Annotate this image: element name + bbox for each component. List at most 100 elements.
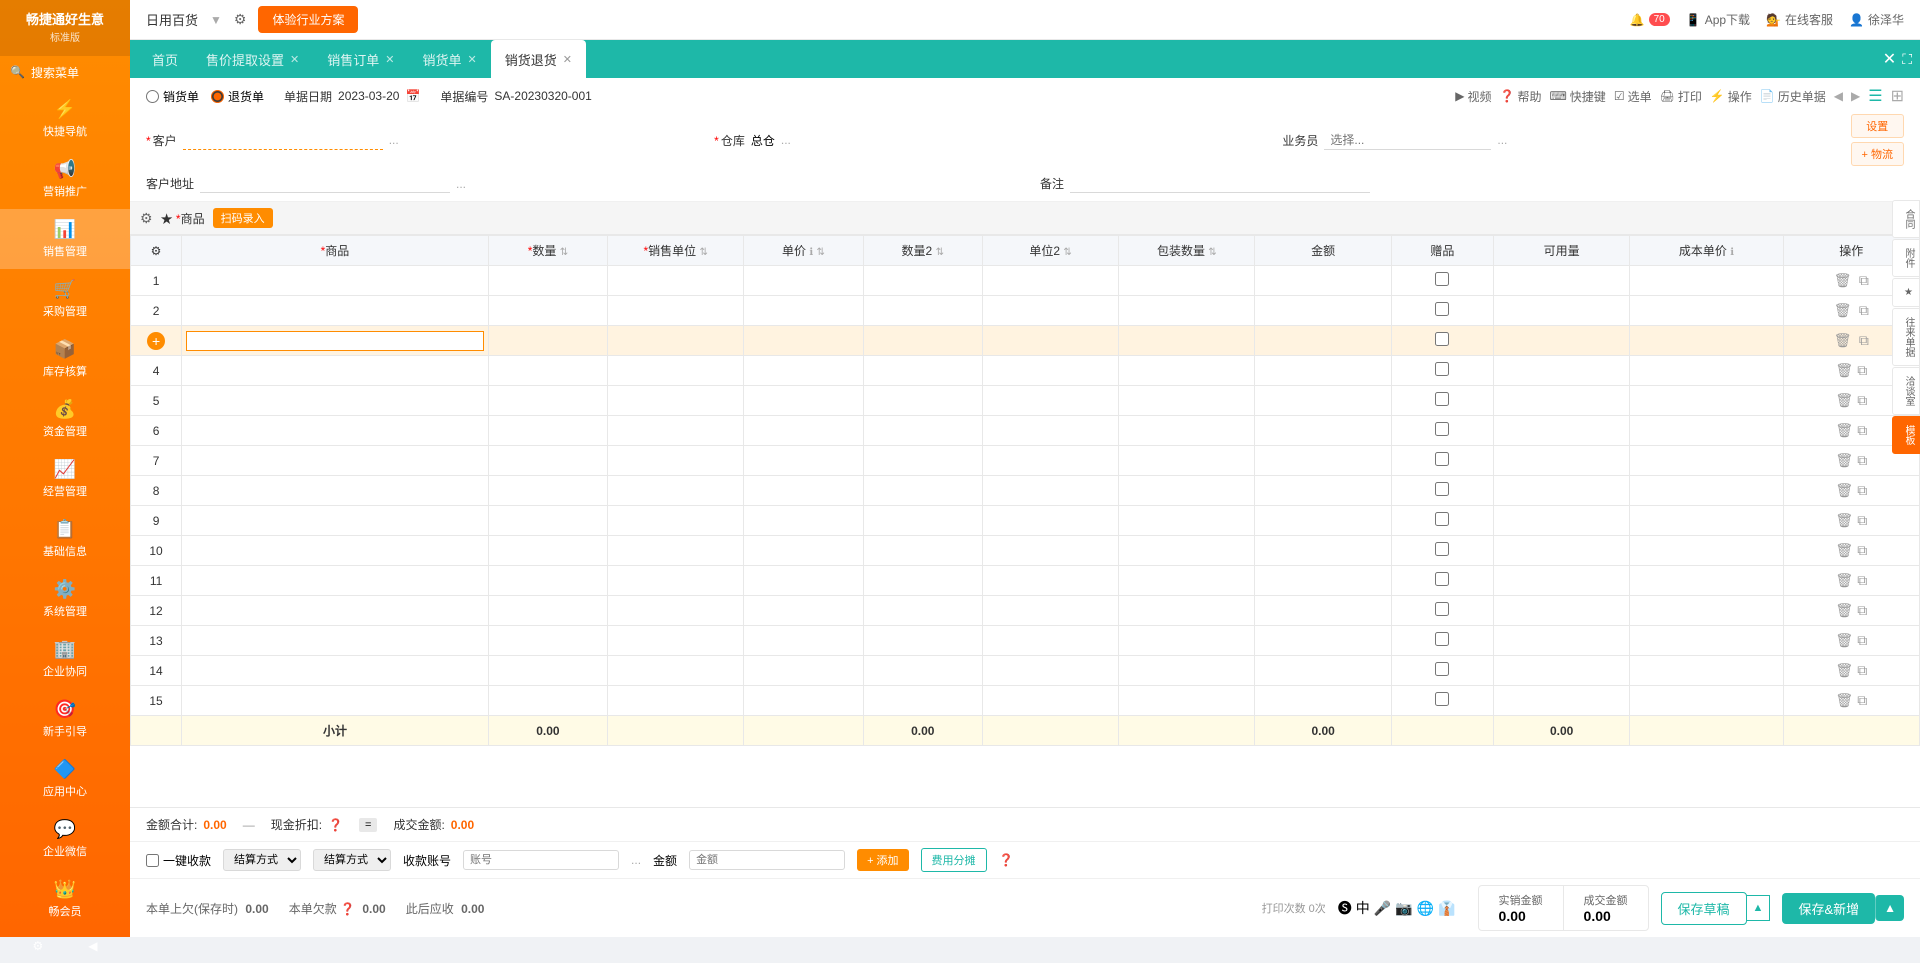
row-unit-2[interactable] — [608, 296, 744, 326]
sidebar-item-purchase[interactable]: 🛒 采购管理 — [0, 269, 130, 329]
row-amount-1[interactable] — [1255, 266, 1391, 296]
right-float-history-bill[interactable]: 往来单据 — [1892, 308, 1920, 366]
row-delete[interactable]: 🗑 — [1833, 390, 1855, 411]
row-qty2-2[interactable] — [863, 296, 982, 326]
price-sort-icon[interactable]: ⇅ — [817, 247, 825, 258]
price-info-icon[interactable]: ℹ — [809, 247, 813, 258]
radio-sale[interactable]: 销货单 — [146, 88, 199, 105]
row-amount-3[interactable] — [1255, 326, 1391, 356]
address-dots[interactable]: ... — [456, 177, 466, 191]
tab-close-all-icon[interactable]: ✕ — [1883, 49, 1896, 69]
dropdown-icon[interactable]: ▼ — [210, 13, 222, 27]
row-copy[interactable]: ⧉ — [1855, 360, 1869, 381]
row-avail-3[interactable] — [1493, 326, 1629, 356]
prev-record-icon[interactable]: ◀ — [1834, 89, 1843, 103]
radio-sale-input[interactable] — [146, 90, 159, 103]
one-click-label[interactable]: 一键收款 — [146, 852, 211, 869]
customer-input[interactable] — [183, 131, 383, 150]
row-unit-1[interactable] — [608, 266, 744, 296]
row-copy-2[interactable]: ⧉ — [1857, 300, 1871, 321]
unit2-sort-icon[interactable]: ⇅ — [1063, 247, 1071, 258]
row-delete[interactable]: 🗑 — [1833, 510, 1855, 531]
sidebar-item-marketing[interactable]: 📢 营销推广 — [0, 149, 130, 209]
row-qty-2[interactable] — [488, 296, 607, 326]
tab-home[interactable]: 首页 — [138, 40, 192, 78]
row-unit2-1[interactable] — [982, 266, 1118, 296]
row-goods-3[interactable] — [182, 326, 489, 356]
sidebar-settings-icon[interactable]: ⚙ — [33, 939, 44, 953]
tab-price-setting-close[interactable]: ✕ — [290, 53, 299, 66]
radio-return-input[interactable] — [211, 90, 224, 103]
once-debt-help[interactable]: ❓ — [340, 902, 355, 916]
row-copy[interactable]: ⧉ — [1855, 600, 1869, 621]
qty-sort-icon[interactable]: ⇅ — [560, 247, 568, 258]
sidebar-item-member[interactable]: 👑 畅会员 — [0, 869, 130, 929]
address-input[interactable] — [200, 174, 450, 193]
row-pack-1[interactable] — [1119, 266, 1255, 296]
history-btn[interactable]: 📄 历史单据 — [1760, 88, 1826, 105]
notification-action[interactable]: 🔔 70 — [1630, 13, 1670, 27]
qty2-sort-icon[interactable]: ⇅ — [936, 247, 944, 258]
row-copy[interactable]: ⧉ — [1855, 450, 1869, 471]
row-copy[interactable]: ⧉ — [1855, 510, 1869, 531]
video-btn[interactable]: ▶ 视频 — [1455, 88, 1491, 105]
customer-dots[interactable]: ... — [389, 133, 399, 147]
sidebar-item-inventory[interactable]: 📦 库存核算 — [0, 329, 130, 389]
row-gift-3[interactable] — [1391, 326, 1493, 356]
shortcut-btn[interactable]: ⌨ 快捷键 — [1549, 88, 1605, 105]
list-view-icon[interactable]: ☰ — [1868, 86, 1882, 106]
row-goods-2[interactable] — [182, 296, 489, 326]
row-cost-3[interactable] — [1630, 326, 1783, 356]
row-copy[interactable]: ⧉ — [1855, 480, 1869, 501]
warehouse-dots[interactable]: ... — [781, 133, 791, 147]
row-delete-3[interactable]: 🗑 — [1832, 330, 1854, 351]
gift-checkbox-1[interactable] — [1435, 272, 1449, 286]
staff-dots[interactable]: ... — [1497, 133, 1507, 147]
tab-expand-icon[interactable]: ⛶ — [1902, 51, 1912, 68]
sidebar-item-operation[interactable]: 📈 经营管理 — [0, 449, 130, 509]
gift-checkbox-2[interactable] — [1435, 302, 1449, 316]
tab-price-setting[interactable]: 售价提取设置 ✕ — [192, 40, 313, 78]
unit-sort-icon[interactable]: ⇅ — [700, 247, 708, 258]
radio-return[interactable]: 退货单 — [211, 88, 264, 105]
experience-button[interactable]: 体验行业方案 — [258, 6, 358, 33]
print-btn[interactable]: 🖨 打印 — [1660, 88, 1702, 105]
account-dots[interactable]: ... — [631, 853, 641, 867]
row-amount-2[interactable] — [1255, 296, 1391, 326]
app-download-action[interactable]: 📱 App下载 — [1686, 11, 1750, 28]
tab-sales-return-close[interactable]: ✕ — [563, 53, 572, 66]
row-price-2[interactable] — [744, 296, 863, 326]
row-unit2-2[interactable] — [982, 296, 1118, 326]
row-qty-3[interactable] — [488, 326, 607, 356]
tab-sales-order[interactable]: 销售订单 ✕ — [313, 40, 408, 78]
sidebar-item-system[interactable]: ⚙️ 系统管理 — [0, 569, 130, 629]
one-click-checkbox[interactable] — [146, 854, 159, 867]
add-button[interactable]: + 添加 — [857, 849, 908, 871]
tab-sales-delivery[interactable]: 销货单 ✕ — [408, 40, 490, 78]
next-record-icon[interactable]: ▶ — [1851, 89, 1860, 103]
sidebar-item-finance[interactable]: 💰 资金管理 — [0, 389, 130, 449]
tab-sales-return[interactable]: 销货退货 ✕ — [491, 40, 586, 78]
staff-input[interactable] — [1324, 131, 1491, 150]
grid-view-icon[interactable]: ⊞ — [1891, 86, 1904, 106]
row-unit-3[interactable] — [608, 326, 744, 356]
row-qty2-3[interactable] — [863, 326, 982, 356]
row-delete[interactable]: 🗑 — [1833, 690, 1855, 711]
row-delete[interactable]: 🗑 — [1833, 450, 1855, 471]
row-delete-2[interactable]: 🗑 — [1832, 300, 1854, 321]
logistics-button[interactable]: + 物流 — [1851, 142, 1904, 166]
row-qty2-1[interactable] — [863, 266, 982, 296]
user-action[interactable]: 👤 徐泽华 — [1849, 11, 1904, 28]
save-draft-button[interactable]: 保存草稿 — [1661, 892, 1747, 925]
question-icon[interactable]: ❓ — [328, 818, 343, 832]
toolbar-gear-icon[interactable]: ⚙ — [140, 210, 153, 227]
row-copy-3[interactable]: ⧉ — [1857, 330, 1871, 351]
sidebar-collapse-icon[interactable]: ◀ — [88, 939, 97, 953]
save-new-dropdown[interactable]: ▲ — [1875, 895, 1904, 921]
row-price-3[interactable] — [744, 326, 863, 356]
sidebar-item-basic[interactable]: 📋 基础信息 — [0, 509, 130, 569]
row-delete[interactable]: 🗑 — [1833, 660, 1855, 681]
row-copy-1[interactable]: ⧉ — [1857, 270, 1871, 291]
tab-sales-delivery-close[interactable]: ✕ — [468, 53, 477, 66]
sidebar-item-search[interactable]: 🔍 搜索菜单 — [0, 56, 130, 89]
